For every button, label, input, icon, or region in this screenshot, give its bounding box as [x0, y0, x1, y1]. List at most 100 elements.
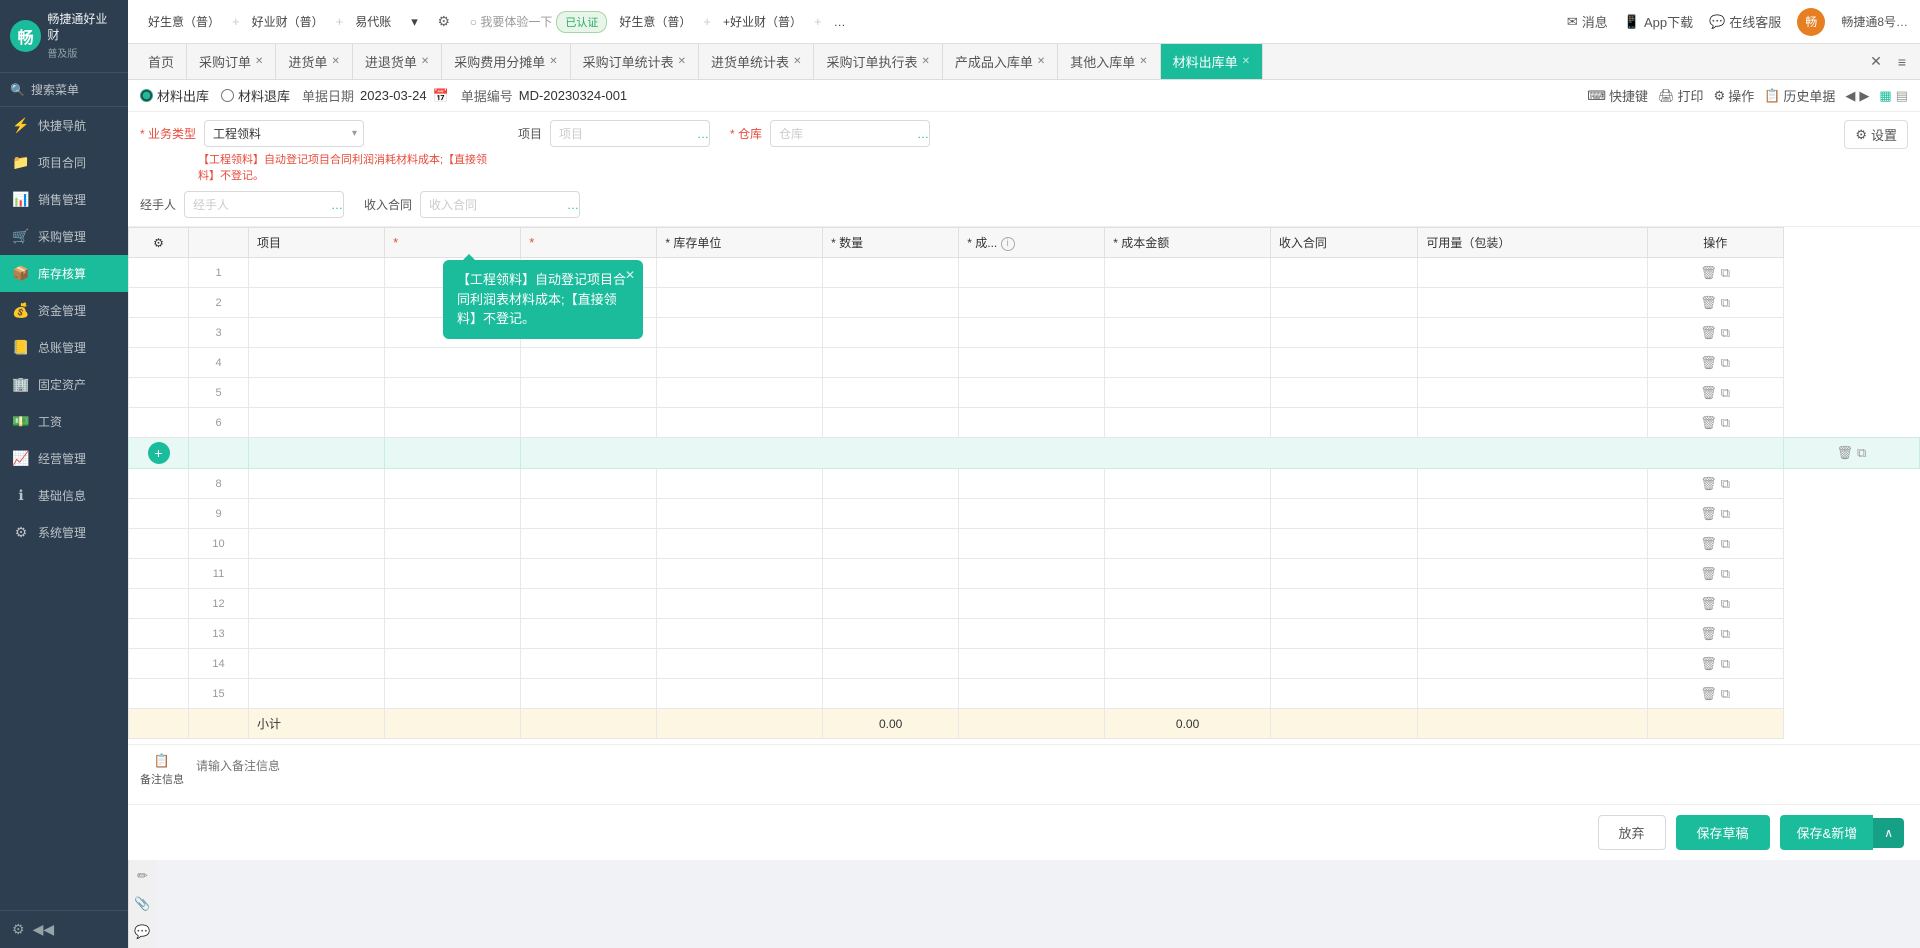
- next-record-button[interactable]: ▶: [1859, 88, 1869, 104]
- cell-cost-amount-13[interactable]: [1105, 619, 1271, 649]
- card-view-button[interactable]: ▤: [1896, 88, 1908, 104]
- cell-qty-12[interactable]: [823, 589, 959, 619]
- tab-inbound-stats-close[interactable]: ✕: [793, 56, 801, 67]
- cell-cost-14[interactable]: [959, 649, 1105, 679]
- cell-unit-5[interactable]: [657, 378, 823, 408]
- cell-cost-6[interactable]: [959, 408, 1105, 438]
- cell-cost-amount-2[interactable]: [1105, 288, 1271, 318]
- operations-button[interactable]: ⚙ 操作: [1714, 86, 1755, 105]
- cell-qty-3[interactable]: [823, 318, 959, 348]
- cell-unit-10[interactable]: [657, 529, 823, 559]
- cell-project-13[interactable]: [249, 619, 385, 649]
- cost-info-icon[interactable]: i: [1001, 237, 1015, 251]
- delete-row-4-button[interactable]: 🗑: [1700, 355, 1717, 371]
- sidebar-item-fixed-assets[interactable]: 🏢 固定资产: [0, 366, 128, 403]
- online-service-button[interactable]: 💬 在线客服: [1709, 12, 1781, 31]
- cell-unit-6[interactable]: [657, 408, 823, 438]
- tab-other-inbound[interactable]: 其他入库单 ✕: [1058, 44, 1160, 79]
- cell-income-contract-10[interactable]: [1270, 529, 1418, 559]
- copy-row-10-button[interactable]: ⧉: [1721, 536, 1730, 552]
- cell-project-4[interactable]: [249, 348, 385, 378]
- copy-row-15-button[interactable]: ⧉: [1721, 686, 1730, 702]
- delete-row-1-button[interactable]: 🗑: [1700, 265, 1717, 281]
- income-contract-dots-icon[interactable]: …: [567, 198, 579, 212]
- cell-spec-13[interactable]: [521, 619, 657, 649]
- cell-add-edit2[interactable]: [385, 438, 521, 469]
- topbar-settings-button[interactable]: ⚙: [430, 8, 458, 36]
- cell-unit-8[interactable]: [657, 469, 823, 499]
- sidebar-item-system[interactable]: ⚙ 系统管理: [0, 514, 128, 551]
- tab-inbound[interactable]: 进货单 ✕: [276, 44, 352, 79]
- cell-cost-8[interactable]: [959, 469, 1105, 499]
- sidebar-item-shortcut[interactable]: ⚡ 快捷导航: [0, 107, 128, 144]
- cell-material-12[interactable]: [385, 589, 521, 619]
- user-avatar[interactable]: 畅: [1797, 8, 1825, 36]
- cell-cost-1[interactable]: [959, 258, 1105, 288]
- cell-available-10[interactable]: [1418, 529, 1647, 559]
- cell-cost-amount-10[interactable]: [1105, 529, 1271, 559]
- notes-input[interactable]: [196, 753, 1908, 789]
- cell-cost-5[interactable]: [959, 378, 1105, 408]
- topbar-item-yidaizhang[interactable]: 易代账: [347, 9, 399, 34]
- table-view-button[interactable]: ▦: [1879, 88, 1891, 104]
- topbar-item-haoshengyi[interactable]: 好生意（普）: [140, 9, 228, 34]
- cell-cost-4[interactable]: [959, 348, 1105, 378]
- tab-inbound-close[interactable]: ✕: [331, 56, 339, 67]
- copy-row-4-button[interactable]: ⧉: [1721, 355, 1730, 371]
- cell-material-14[interactable]: [385, 649, 521, 679]
- delete-row-15-button[interactable]: 🗑: [1700, 686, 1717, 702]
- cell-project-10[interactable]: [249, 529, 385, 559]
- sidebar-item-ledger[interactable]: 📒 总账管理: [0, 329, 128, 366]
- cell-unit-15[interactable]: [657, 679, 823, 709]
- cell-available-3[interactable]: [1418, 318, 1647, 348]
- cell-cost-3[interactable]: [959, 318, 1105, 348]
- sidebar-item-operations[interactable]: 📈 经营管理: [0, 440, 128, 477]
- cell-income-contract-11[interactable]: [1270, 559, 1418, 589]
- cell-cost-13[interactable]: [959, 619, 1105, 649]
- tab-purchase-exec[interactable]: 采购订单执行表 ✕: [814, 44, 942, 79]
- cell-cost-amount-5[interactable]: [1105, 378, 1271, 408]
- warehouse-select[interactable]: 仓库 …: [770, 120, 930, 147]
- cell-material-10[interactable]: [385, 529, 521, 559]
- project-dots-icon[interactable]: …: [697, 127, 709, 141]
- topbar-item-more[interactable]: …: [826, 11, 854, 33]
- cell-project-3[interactable]: [249, 318, 385, 348]
- cell-available-8[interactable]: [1418, 469, 1647, 499]
- cell-unit-1[interactable]: [657, 258, 823, 288]
- cell-income-contract-6[interactable]: [1270, 408, 1418, 438]
- cell-available-11[interactable]: [1418, 559, 1647, 589]
- cell-unit-4[interactable]: [657, 348, 823, 378]
- sidebar-item-payroll[interactable]: 💵 工资: [0, 403, 128, 440]
- cell-qty-2[interactable]: [823, 288, 959, 318]
- sidebar-item-inventory[interactable]: 📦 库存核算: [0, 255, 128, 292]
- topbar-item-haoshengyi2[interactable]: 好生意（普）: [611, 9, 699, 34]
- business-type-arrow-icon[interactable]: ▾: [346, 124, 363, 143]
- tab-inbound-return[interactable]: 进退货单 ✕: [353, 44, 442, 79]
- sidebar-item-finance[interactable]: 💰 资金管理: [0, 292, 128, 329]
- delete-row-6-button[interactable]: 🗑: [1700, 415, 1717, 431]
- copy-row-3-button[interactable]: ⧉: [1721, 325, 1730, 341]
- handler-select[interactable]: 经手人 …: [184, 191, 344, 218]
- cell-project-5[interactable]: [249, 378, 385, 408]
- add-row-button[interactable]: +: [148, 442, 170, 464]
- delete-row-9-button[interactable]: 🗑: [1700, 506, 1717, 522]
- cell-cost-2[interactable]: [959, 288, 1105, 318]
- prev-record-button[interactable]: ◀: [1845, 88, 1855, 104]
- tab-production-inbound-close[interactable]: ✕: [1037, 56, 1045, 67]
- cell-cost-10[interactable]: [959, 529, 1105, 559]
- cell-project-9[interactable]: [249, 499, 385, 529]
- tab-home[interactable]: 首页: [136, 44, 187, 79]
- delete-row-14-button[interactable]: 🗑: [1700, 656, 1717, 672]
- cell-income-contract-15[interactable]: [1270, 679, 1418, 709]
- delete-row-3-button[interactable]: 🗑: [1700, 325, 1717, 341]
- cell-material-4[interactable]: [385, 348, 521, 378]
- cell-income-contract-14[interactable]: [1270, 649, 1418, 679]
- cell-material-9[interactable]: [385, 499, 521, 529]
- tab-purchase-exec-close[interactable]: ✕: [921, 56, 929, 67]
- cell-cost-amount-1[interactable]: [1105, 258, 1271, 288]
- history-button[interactable]: 📋 历史单据: [1764, 86, 1835, 105]
- cell-qty-9[interactable]: [823, 499, 959, 529]
- print-button[interactable]: 🖨 打印: [1658, 86, 1704, 105]
- cell-unit-2[interactable]: [657, 288, 823, 318]
- cell-available-6[interactable]: [1418, 408, 1647, 438]
